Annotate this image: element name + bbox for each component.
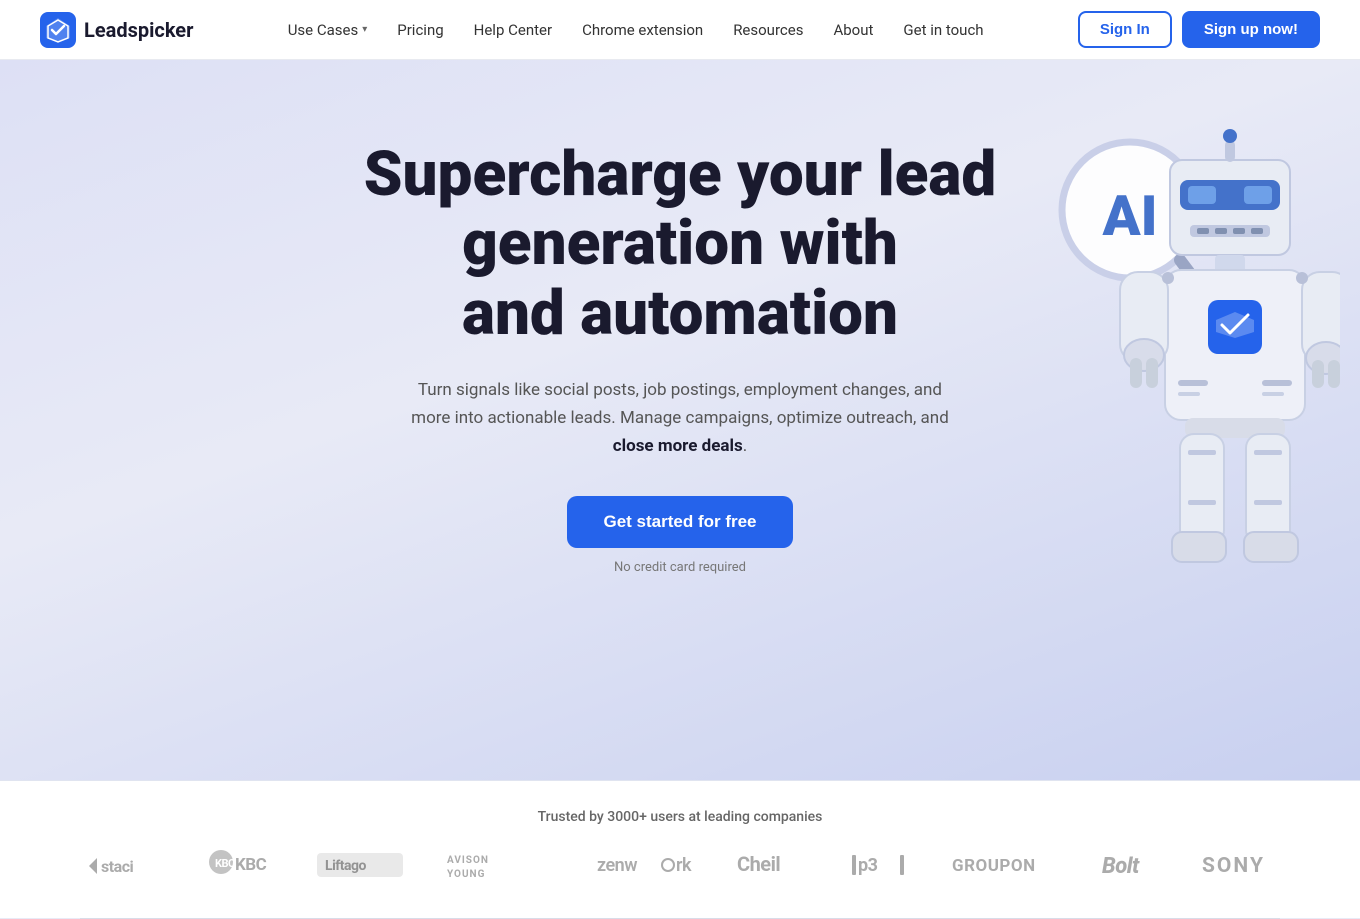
logo-staci: staci xyxy=(85,850,165,886)
logo-text: Leadspicker xyxy=(84,18,193,42)
svg-text:Cheil: Cheil xyxy=(737,852,780,876)
hero-content: Supercharge your lead generation with an… xyxy=(324,140,1037,575)
svg-text:Bolt: Bolt xyxy=(1102,854,1140,879)
nav-item-chrome-extension[interactable]: Chrome extension xyxy=(570,20,715,39)
nav-item-help-center[interactable]: Help Center xyxy=(462,20,564,39)
svg-text:SONY: SONY xyxy=(1202,854,1265,878)
svg-text:KBC: KBC xyxy=(215,857,235,870)
trusted-section: Trusted by 3000+ users at leading compan… xyxy=(0,780,1360,918)
logo-link[interactable]: Leadspicker xyxy=(40,12,193,48)
company-logos-row: staci KBC KBC Liftago AVISON YOUNG xyxy=(40,847,1320,888)
hero-subtitle: Turn signals like social posts, job post… xyxy=(400,376,960,460)
logo-cheil: Cheil xyxy=(735,849,810,886)
nav-item-pricing[interactable]: Pricing xyxy=(385,20,455,39)
no-credit-card-label: No credit card required xyxy=(364,560,997,575)
hero-title: Supercharge your lead generation with an… xyxy=(364,140,997,348)
logo-kbc: KBC KBC xyxy=(205,848,275,888)
chevron-down-icon: ▾ xyxy=(362,24,367,35)
trusted-label: Trusted by 3000+ users at leading compan… xyxy=(40,809,1320,825)
logo-zenwork: zenw rk xyxy=(595,849,695,886)
nav-item-about[interactable]: About xyxy=(821,20,885,39)
logo-groupon: GROUPON xyxy=(950,849,1060,886)
leadspicker-logo-icon xyxy=(40,12,76,48)
svg-text:AVISON: AVISON xyxy=(447,855,489,866)
svg-text:Liftago: Liftago xyxy=(325,858,367,874)
nav-actions: Sign In Sign up now! xyxy=(1078,11,1320,48)
sign-in-button[interactable]: Sign In xyxy=(1078,11,1172,48)
logo-avison-young: AVISON YOUNG xyxy=(445,847,555,888)
svg-text:KBC: KBC xyxy=(235,855,267,875)
navbar: Leadspicker Use Cases ▾ Pricing Help Cen… xyxy=(0,0,1360,60)
nav-item-get-in-touch[interactable]: Get in touch xyxy=(891,20,995,39)
logo-p3: p3 xyxy=(850,849,910,886)
svg-text:AI: AI xyxy=(1101,183,1157,249)
nav-item-resources[interactable]: Resources xyxy=(721,20,815,39)
nav-item-use-cases[interactable]: Use Cases ▾ xyxy=(276,15,380,45)
svg-text:zenw: zenw xyxy=(597,855,637,876)
svg-text:staci: staci xyxy=(101,857,134,876)
svg-text:rk: rk xyxy=(676,855,692,876)
robot-illustration: AI xyxy=(1030,80,1340,660)
robot-svg: AI xyxy=(1030,80,1340,660)
sign-up-button[interactable]: Sign up now! xyxy=(1182,11,1320,48)
svg-text:YOUNG: YOUNG xyxy=(447,869,485,880)
get-started-button[interactable]: Get started for free xyxy=(567,496,792,548)
logo-bolt: Bolt xyxy=(1100,849,1160,887)
hero-section: AI xyxy=(0,60,1360,780)
svg-text:GROUPON: GROUPON xyxy=(952,856,1036,876)
svg-text:p3: p3 xyxy=(858,855,878,876)
nav-links: Use Cases ▾ Pricing Help Center Chrome e… xyxy=(276,15,996,45)
logo-sony: SONY xyxy=(1200,849,1275,886)
logo-liftago: Liftago xyxy=(315,849,405,886)
